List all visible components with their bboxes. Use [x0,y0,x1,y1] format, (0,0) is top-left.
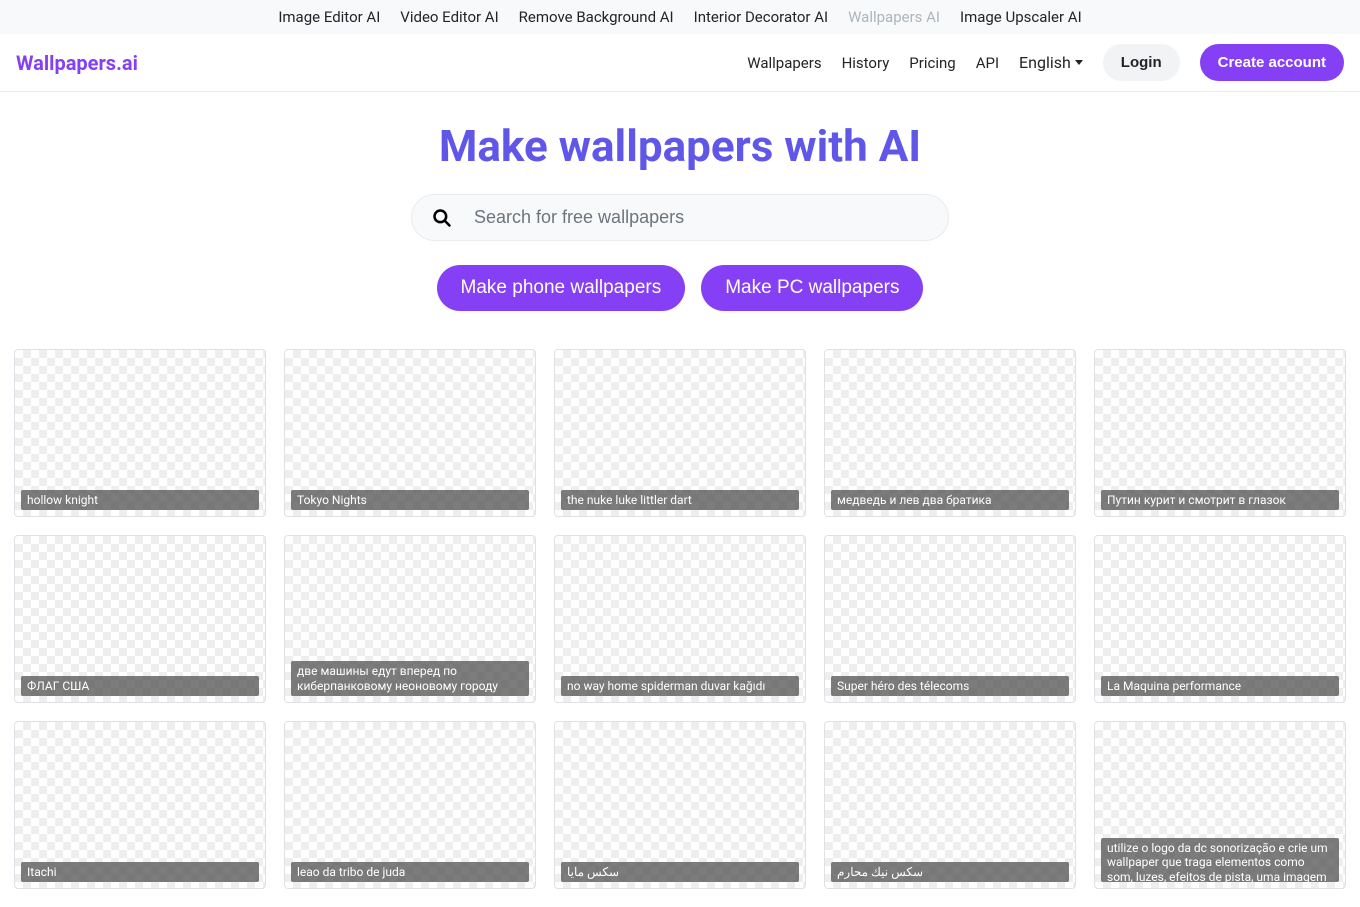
wallpaper-card[interactable]: no way home spiderman duvar kağıdı [554,535,806,703]
top-nav-remove-bg[interactable]: Remove Background AI [519,4,674,30]
wallpaper-card[interactable]: La Maquina performance [1094,535,1346,703]
card-label: ФЛАГ США [21,676,259,696]
wallpaper-card[interactable]: Itachi [14,721,266,889]
card-label: Super héro des télecoms [831,676,1069,696]
card-label: no way home spiderman duvar kağıdı [561,676,799,696]
top-nav-wallpapers[interactable]: Wallpapers AI [848,4,940,30]
card-label: медведь и лев два братика [831,490,1069,510]
chevron-down-icon [1075,60,1083,65]
main-header: Wallpapers.ai Wallpapers History Pricing… [0,34,1360,92]
card-label: the nuke luke littler dart [561,490,799,510]
logo[interactable]: Wallpapers.ai [16,51,138,75]
card-label: Путин курит и смотрит в глазок [1101,490,1339,510]
make-phone-wallpapers-button[interactable]: Make phone wallpapers [437,265,686,311]
top-product-nav: Image Editor AI Video Editor AI Remove B… [0,0,1360,34]
nav-wallpapers[interactable]: Wallpapers [747,54,821,72]
wallpaper-card[interactable]: Tokyo Nights [284,349,536,517]
login-button[interactable]: Login [1103,44,1180,81]
top-nav-upscaler[interactable]: Image Upscaler AI [960,4,1082,30]
main-nav: Wallpapers History Pricing API English L… [747,44,1344,81]
top-nav-image-editor[interactable]: Image Editor AI [278,4,380,30]
wallpaper-card[interactable]: leao da tribo de juda [284,721,536,889]
wallpaper-card[interactable]: две машины едут вперед по киберпанковому… [284,535,536,703]
search-box[interactable] [411,194,949,241]
wallpaper-card[interactable]: the nuke luke littler dart [554,349,806,517]
wallpaper-card[interactable]: utilize o logo da dc sonorização e crie … [1094,721,1346,889]
card-label: utilize o logo da dc sonorização e crie … [1101,838,1339,882]
wallpaper-card[interactable]: медведь и лев два братика [824,349,1076,517]
wallpaper-gallery: hollow knight Tokyo Nights the nuke luke… [0,331,1360,907]
card-label: две машины едут вперед по киберпанковому… [291,661,529,696]
make-pc-wallpapers-button[interactable]: Make PC wallpapers [701,265,923,311]
card-label: Tokyo Nights [291,490,529,510]
hero: Make wallpapers with AI Make phone wallp… [0,92,1360,331]
nav-pricing[interactable]: Pricing [909,54,955,72]
wallpaper-card[interactable]: hollow knight [14,349,266,517]
card-label: hollow knight [21,490,259,510]
nav-history[interactable]: History [842,54,890,72]
top-nav-interior[interactable]: Interior Decorator AI [694,4,828,30]
hero-title: Make wallpapers with AI [20,120,1340,172]
search-input[interactable] [474,207,928,228]
card-label: سكس مايا [561,862,799,882]
card-label: La Maquina performance [1101,676,1339,696]
search-icon [432,208,452,228]
wallpaper-card[interactable]: سكس نيك محارم [824,721,1076,889]
nav-api[interactable]: API [976,54,999,72]
language-label: English [1019,53,1071,72]
card-label: leao da tribo de juda [291,862,529,882]
wallpaper-card[interactable]: Super héro des télecoms [824,535,1076,703]
card-label: Itachi [21,862,259,882]
wallpaper-card[interactable]: سكس مايا [554,721,806,889]
wallpaper-card[interactable]: Путин курит и смотрит в глазок [1094,349,1346,517]
create-account-button[interactable]: Create account [1200,44,1344,81]
wallpaper-card[interactable]: ФЛАГ США [14,535,266,703]
top-nav-video-editor[interactable]: Video Editor AI [400,4,498,30]
card-label: سكس نيك محارم [831,862,1069,882]
language-dropdown[interactable]: English [1019,53,1083,72]
